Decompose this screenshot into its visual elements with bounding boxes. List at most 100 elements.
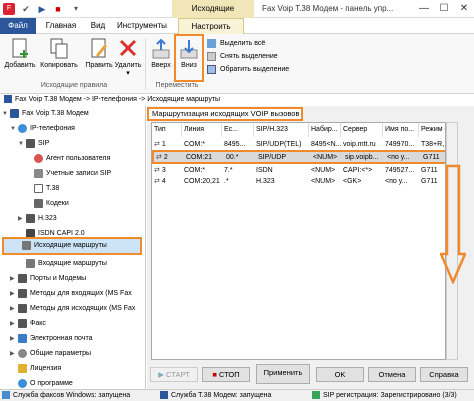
tree-item-sip[interactable]: ▼ SIP <box>18 136 49 151</box>
tree-item-fax[interactable]: ▶ Факс <box>10 316 46 331</box>
tree-item-methods-in[interactable]: ▶ Методы для входящих (MS Fax <box>10 286 132 301</box>
tab-home[interactable]: Главная <box>40 18 82 34</box>
ribbon: Добавить Копировать Править Удалить ▾ Вв… <box>0 34 474 94</box>
phone-icon <box>26 213 35 223</box>
help-button[interactable]: Справка <box>420 367 468 382</box>
tab-view[interactable]: Вид <box>84 18 112 34</box>
col-header-fax-mode[interactable]: Режим факса <box>419 123 445 137</box>
chevron-right-icon[interactable]: ▶ <box>10 347 18 362</box>
down-arrow-annotation-icon <box>440 164 466 284</box>
col-header-dial[interactable]: Набир... <box>309 123 341 137</box>
modem-icon <box>4 95 12 104</box>
cell-line: COM:* <box>184 167 205 174</box>
stop-icon: ■ <box>212 370 219 379</box>
cell-ext: 7.* <box>224 167 233 174</box>
deselect-button[interactable]: Снять выделение <box>207 51 278 63</box>
col-header-user[interactable]: Имя по... <box>383 123 419 137</box>
move-down-button[interactable]: Вниз <box>174 34 204 82</box>
table-row[interactable]: ⇄ 1 COM:* 8495... SIP/UDP(TEL) 8495<N...… <box>152 139 445 150</box>
chevron-right-icon[interactable]: ▶ <box>10 272 18 287</box>
col-header-server[interactable]: Сервер <box>341 123 383 137</box>
tab-configure[interactable]: Настроить <box>178 18 244 34</box>
tree-item-incoming-routes[interactable]: Входящие маршруты <box>26 256 107 271</box>
chevron-right-icon[interactable]: ▶ <box>10 302 18 317</box>
stop-button[interactable]: ■ СТОП <box>202 367 250 382</box>
ribbon-tabs: Файл Главная Вид Инструменты Настроить <box>0 18 474 34</box>
cancel-button[interactable]: Отмена <box>368 367 416 382</box>
tree-item-t38[interactable]: T.38 <box>34 181 59 196</box>
chevron-right-icon[interactable]: ▶ <box>10 332 18 347</box>
arrow-up-icon <box>152 38 170 59</box>
tree-item-methods-out[interactable]: ▶ Методы для исходящих (MS Fax <box>10 301 135 316</box>
group-label-move: Переместить <box>155 82 199 89</box>
delete-dropdown-icon[interactable]: ▾ <box>126 70 130 77</box>
gear-icon <box>18 348 27 358</box>
move-up-label: Вверх <box>151 62 171 69</box>
chevron-down-icon[interactable]: ▼ <box>10 122 18 137</box>
tab-tools[interactable]: Инструменты <box>114 18 170 34</box>
chevron-right-icon[interactable]: ▶ <box>18 212 26 227</box>
group-label-rules: Исходящие правила <box>40 82 108 89</box>
select-all-button[interactable]: Выделить всё <box>207 38 265 50</box>
tab-file[interactable]: Файл <box>0 18 36 34</box>
edit-icon <box>91 38 107 58</box>
tree-item-outgoing-routes[interactable]: Исходящие маршруты <box>2 237 142 255</box>
table-row[interactable]: ⇄ 4 COM:20,21 .* H.323 <NUM> <GK> <по у.… <box>152 176 445 187</box>
tree-item-accounts[interactable]: Учетные записи SIP <box>34 166 111 181</box>
invert-selection-button[interactable]: Обратить выделение <box>207 64 289 76</box>
chevron-down-icon[interactable]: ▼ <box>18 137 26 152</box>
fax-icon <box>34 183 43 193</box>
cell-ext: 00.* <box>226 154 239 161</box>
minimize-button[interactable]: — <box>414 0 434 18</box>
tree-item-license[interactable]: Лицензия <box>18 361 61 376</box>
tree-item-root[interactable]: ▼ Fax Voip T.38 Модем <box>2 106 89 121</box>
maximize-button[interactable]: ☐ <box>434 0 454 18</box>
delete-button[interactable]: Удалить ▾ <box>114 36 142 82</box>
routes-table: Тип Линия Ес... SIP/H.323 Набир... Серве… <box>151 122 446 360</box>
add-label: Добавить <box>4 62 36 69</box>
select-all-label: Выделить всё <box>220 40 266 47</box>
col-header-protocol[interactable]: SIP/H.323 <box>254 123 309 137</box>
fax-service-icon <box>2 391 10 400</box>
move-up-button[interactable]: Вверх <box>148 36 174 82</box>
window-title: Fax Voip T.38 Модем - панель упр... <box>262 4 394 13</box>
col-header-type[interactable]: Тип <box>152 123 182 137</box>
close-button[interactable]: ✕ <box>454 0 474 18</box>
tree-item-about[interactable]: О программе <box>18 376 73 389</box>
tree-item-ports[interactable]: ▶ Порты и Модемы <box>10 271 86 286</box>
qa-start-icon[interactable]: ▶ <box>36 3 48 15</box>
ok-button[interactable]: OK <box>316 367 364 382</box>
start-button[interactable]: ▶ СТАРТ <box>150 367 198 382</box>
cell-protocol: SIP/UDP <box>258 154 287 161</box>
tree-item-email[interactable]: ▶ Электронная почта <box>10 331 92 346</box>
tree-item-agent[interactable]: Агент пользователя <box>34 151 110 166</box>
add-button[interactable]: Добавить <box>4 36 36 82</box>
copy-label: Копировать <box>40 62 78 69</box>
chevron-right-icon[interactable]: ▶ <box>10 317 18 332</box>
cell-server: sip.voipb... <box>345 154 379 161</box>
qa-dropdown-icon[interactable]: ▾ <box>70 3 82 15</box>
col-header-ext[interactable]: Ес... <box>222 123 254 137</box>
cell-line: COM:* <box>184 141 205 148</box>
tree-item-codecs[interactable]: Кодеки <box>34 196 69 211</box>
qa-stop-icon[interactable]: ■ <box>52 3 64 15</box>
chevron-down-icon[interactable]: ▼ <box>2 107 10 122</box>
edit-label: Править <box>85 62 113 69</box>
tree-item-general[interactable]: ▶ Общие параметры <box>10 346 91 361</box>
tree-item-ip[interactable]: ▼ IP-телефония <box>10 121 75 136</box>
apply-button[interactable]: Применить <box>256 364 310 384</box>
accounts-icon <box>34 168 43 178</box>
copy-button[interactable]: Копировать <box>38 36 80 82</box>
table-row[interactable]: ⇄ 3 COM:* 7.* ISDN <NUM> CAPI:<*> 749527… <box>152 165 445 176</box>
edit-button[interactable]: Править <box>84 36 114 82</box>
qa-save-icon[interactable]: ✔ <box>20 3 32 15</box>
cell-dial: 8495<N... <box>311 141 341 148</box>
col-header-line[interactable]: Линия <box>182 123 222 137</box>
info-icon <box>18 378 27 388</box>
tree-item-h323[interactable]: ▶ H.323 <box>18 211 57 226</box>
chevron-right-icon[interactable]: ▶ <box>10 287 18 302</box>
app-window: F ✔ ▶ ■ ▾ Исходящие маршруты Fax Voip T.… <box>0 0 474 401</box>
route-icon <box>22 240 31 250</box>
arrow-down-icon <box>180 40 198 59</box>
table-row-selected[interactable]: ⇄ 2 COM:21 00.* SIP/UDP <NUM> sip.voipb.… <box>152 150 445 164</box>
